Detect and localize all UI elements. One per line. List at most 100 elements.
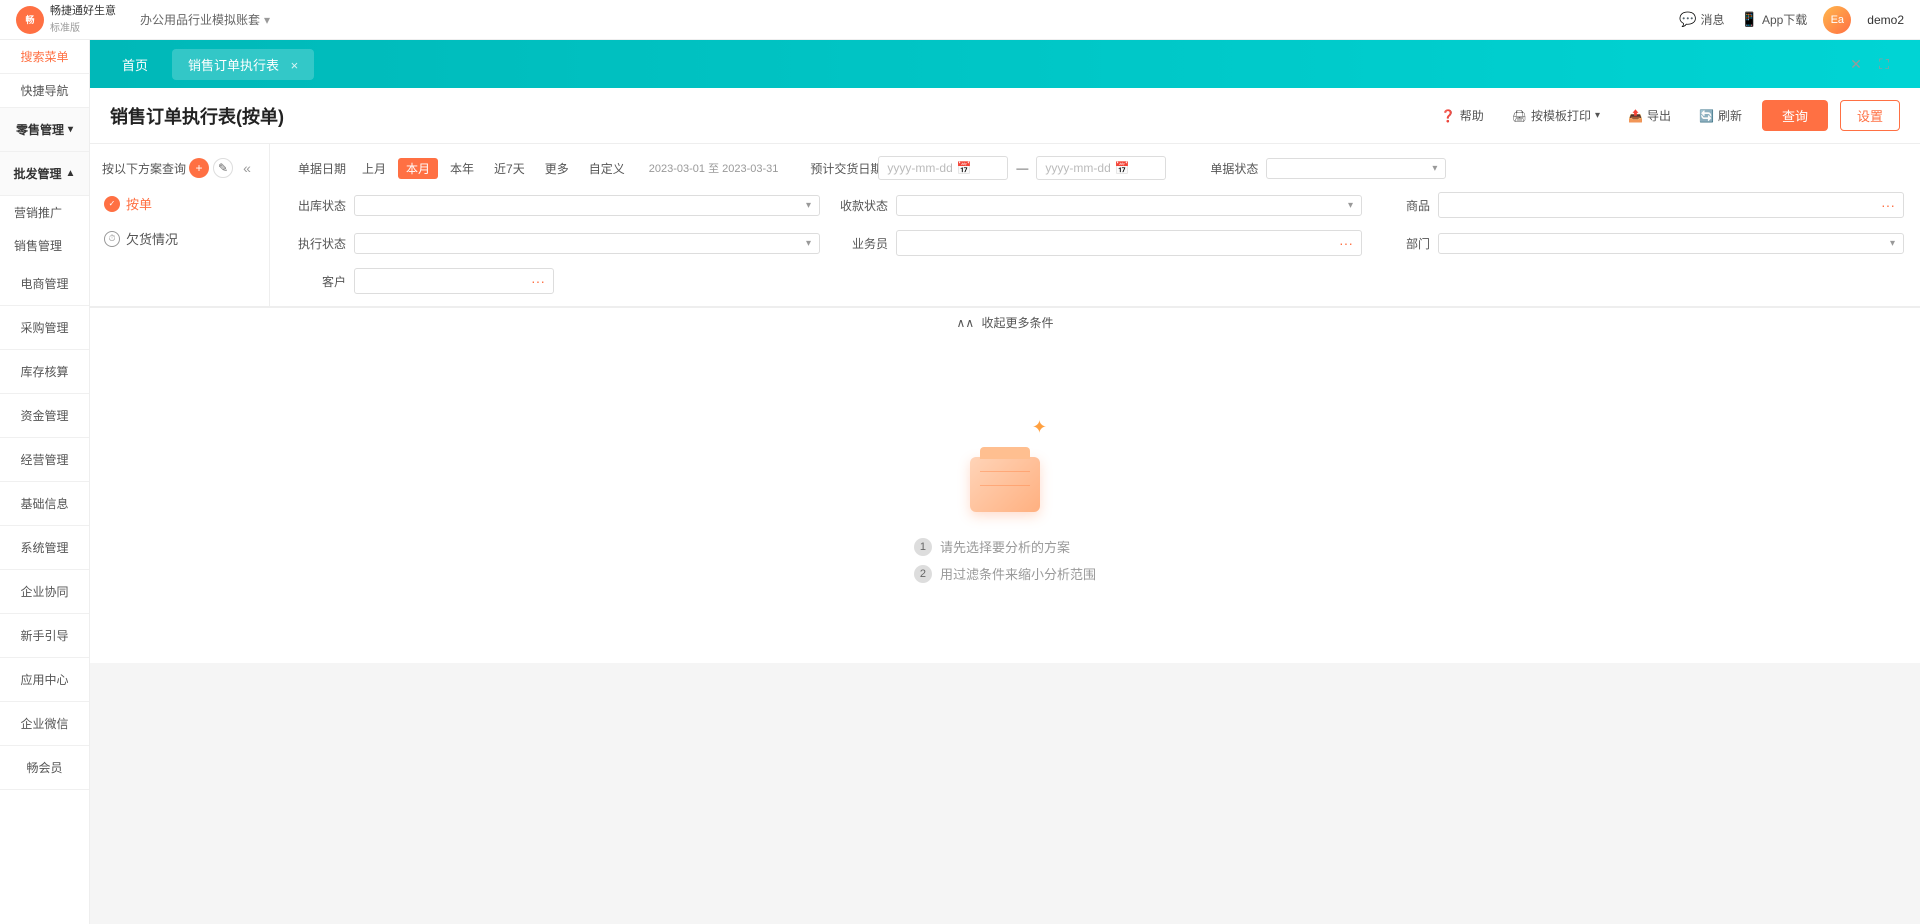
empty-illustration: ✦ (955, 417, 1055, 517)
sidebar-item-retail[interactable]: 零售管理 ▾ (0, 108, 89, 152)
main-layout: 搜索菜单 快捷导航 零售管理 ▾ 批发管理 ▲ 营销推广 销售管理 电商管理 采… (0, 40, 1920, 924)
logo-text-block: 畅捷通好生意 标准版 (50, 5, 116, 33)
marketing-label: 营销推广 (14, 204, 62, 221)
template-print-btn[interactable]: 🖨 按模板打印 (1504, 103, 1608, 128)
header-left: 畅 畅捷通好生意 标准版 办公用品行业模拟账套 ▾ (16, 5, 270, 33)
status-select[interactable]: ▾ (1266, 158, 1446, 179)
query-button[interactable]: 查询 (1762, 100, 1828, 131)
date-tab-this-year[interactable]: 本年 (442, 158, 482, 179)
refresh-btn[interactable]: 🔄 刷新 (1691, 103, 1750, 128)
sidebar-item-basics[interactable]: 基础信息 (0, 482, 89, 526)
sidebar-item-marketing[interactable]: 营销推广 (0, 196, 89, 229)
empty-tips: 1 请先选择要分析的方案 2 用过滤条件来缩小分析范围 (914, 537, 1096, 583)
template-print-label: 按模板打印 (1531, 107, 1591, 124)
filter-row-3: 执行状态 ▾ 业务员 ··· (286, 230, 1904, 256)
logo-text: 畅捷通好生意 (50, 5, 116, 18)
sidebar-search[interactable]: 搜索菜单 (0, 40, 89, 74)
tab-current-label: 销售订单执行表 (188, 58, 279, 73)
date-tab-7days[interactable]: 近7天 (486, 158, 533, 179)
collapse-btn[interactable]: « (237, 158, 257, 178)
settings-button[interactable]: 设置 (1840, 100, 1900, 131)
salesman-input[interactable]: ··· (896, 230, 1362, 256)
appstore-label: 应用中心 (20, 671, 68, 688)
expected-date-group: 预计交货日期 yyyy-mm-dd 📅 — yyyy-mm-dd 📅 (810, 156, 1166, 180)
exec-chevron: ▾ (806, 238, 811, 249)
scheme-item-2[interactable]: ⏱ 欠货情况 (90, 221, 269, 256)
scheme-label: 按以下方案查询 (102, 160, 186, 177)
breadcrumb-text: 办公用品行业模拟账套 (140, 11, 260, 28)
wholesale-chevron: ▲ (66, 168, 76, 179)
sidebar-item-enterprise[interactable]: 企业协同 (0, 570, 89, 614)
date-tab-this-month[interactable]: 本月 (398, 158, 438, 179)
close-tab-btn[interactable]: ✕ (1844, 52, 1868, 76)
help-btn[interactable]: ❓ 帮助 (1433, 103, 1492, 128)
scheme-item-1[interactable]: ✓ 按单 (90, 186, 269, 221)
salesman-dots: ··· (1339, 235, 1353, 251)
retail-chevron: ▾ (68, 124, 73, 135)
exec-select[interactable]: ▾ (354, 233, 820, 254)
avatar[interactable]: Ea (1823, 6, 1851, 34)
message-button[interactable]: 💬 消息 (1679, 11, 1724, 28)
sidebar-item-finance[interactable]: 资金管理 (0, 394, 89, 438)
fullscreen-btn[interactable]: ⛶ (1872, 52, 1896, 76)
dept-select[interactable]: ▾ (1438, 233, 1904, 254)
payment-select[interactable]: ▾ (896, 195, 1362, 216)
goods-label: 商品 (1370, 197, 1430, 214)
sparkle-icon: ✦ (1032, 417, 1047, 438)
collapse-label: 收起更多条件 (981, 316, 1053, 330)
logo-area[interactable]: 畅 畅捷通好生意 标准版 (16, 5, 116, 33)
app-download-button[interactable]: 📱 App下载 (1741, 11, 1808, 28)
sidebar-item-wholesale[interactable]: 批发管理 ▲ (0, 152, 89, 196)
date-tab-last-month[interactable]: 上月 (354, 158, 394, 179)
add-scheme-btn[interactable]: + (189, 158, 209, 178)
tab-close-btn[interactable]: × (291, 58, 299, 73)
scheme-active-icon: ✓ (104, 196, 120, 212)
tip-2-num: 2 (914, 565, 932, 583)
refresh-label: 刷新 (1718, 107, 1742, 124)
date-tab-more[interactable]: 更多 (537, 158, 577, 179)
left-panel: 按以下方案查询 + ✎ « (90, 144, 270, 306)
payment-chevron: ▾ (1348, 200, 1353, 211)
dept-chevron: ▾ (1890, 238, 1895, 249)
sidebar-item-operations[interactable]: 经营管理 (0, 438, 89, 482)
payment-group: 收款状态 ▾ (828, 195, 1362, 216)
collapse-bar[interactable]: ∧∧ 收起更多条件 (90, 307, 1920, 337)
date-label: 单据日期 (286, 160, 346, 177)
add-icon: + (195, 161, 202, 175)
sidebar-item-ecommerce[interactable]: 电商管理 (0, 262, 89, 306)
export-btn[interactable]: 📤 导出 (1620, 103, 1679, 128)
sidebar-item-inventory[interactable]: 库存核算 (0, 350, 89, 394)
retail-label: 零售管理 (16, 121, 64, 138)
sidebar-item-sales[interactable]: 销售管理 (0, 229, 89, 262)
edit-icon: ✎ (218, 161, 228, 175)
expected-date-end-input[interactable]: yyyy-mm-dd 📅 (1036, 156, 1166, 180)
scheme-1-label: 按单 (126, 194, 152, 213)
edit-scheme-btn[interactable]: ✎ (213, 158, 233, 178)
empty-tip-2: 2 用过滤条件来缩小分析范围 (914, 564, 1096, 583)
header-right: 💬 消息 📱 App下载 Ea demo2 (1679, 6, 1904, 34)
customer-input[interactable]: ··· (354, 268, 554, 294)
exec-label: 执行状态 (286, 235, 346, 252)
expected-date-start-input[interactable]: yyyy-mm-dd 📅 (878, 156, 1008, 180)
date-tab-custom[interactable]: 自定义 (581, 158, 633, 179)
sidebar-quick-nav[interactable]: 快捷导航 (0, 74, 89, 108)
enterprise-label: 企业协同 (20, 583, 68, 600)
sidebar-item-appstore[interactable]: 应用中心 (0, 658, 89, 702)
sidebar-item-system[interactable]: 系统管理 (0, 526, 89, 570)
scheme-2-icon: ⏱ (104, 231, 120, 247)
tip-1-num: 1 (914, 538, 932, 556)
tab-home[interactable]: 首页 (106, 49, 164, 80)
sidebar-item-wechat[interactable]: 企业微信 (0, 702, 89, 746)
box-lid (980, 447, 1030, 459)
delivery-chevron: ▾ (806, 200, 811, 211)
filter-panel: 按以下方案查询 + ✎ « (90, 144, 1920, 307)
breadcrumb[interactable]: 办公用品行业模拟账套 ▾ (140, 11, 270, 28)
salesman-label: 业务员 (828, 235, 888, 252)
sidebar-item-newbie[interactable]: 新手引导 (0, 614, 89, 658)
tab-current[interactable]: 销售订单执行表 × (172, 49, 314, 80)
sidebar-item-purchase[interactable]: 采购管理 (0, 306, 89, 350)
sidebar-item-member[interactable]: 畅会员 (0, 746, 89, 790)
tip-2-text: 用过滤条件来缩小分析范围 (940, 564, 1096, 583)
goods-input[interactable]: ··· (1438, 192, 1904, 218)
delivery-select[interactable]: ▾ (354, 195, 820, 216)
